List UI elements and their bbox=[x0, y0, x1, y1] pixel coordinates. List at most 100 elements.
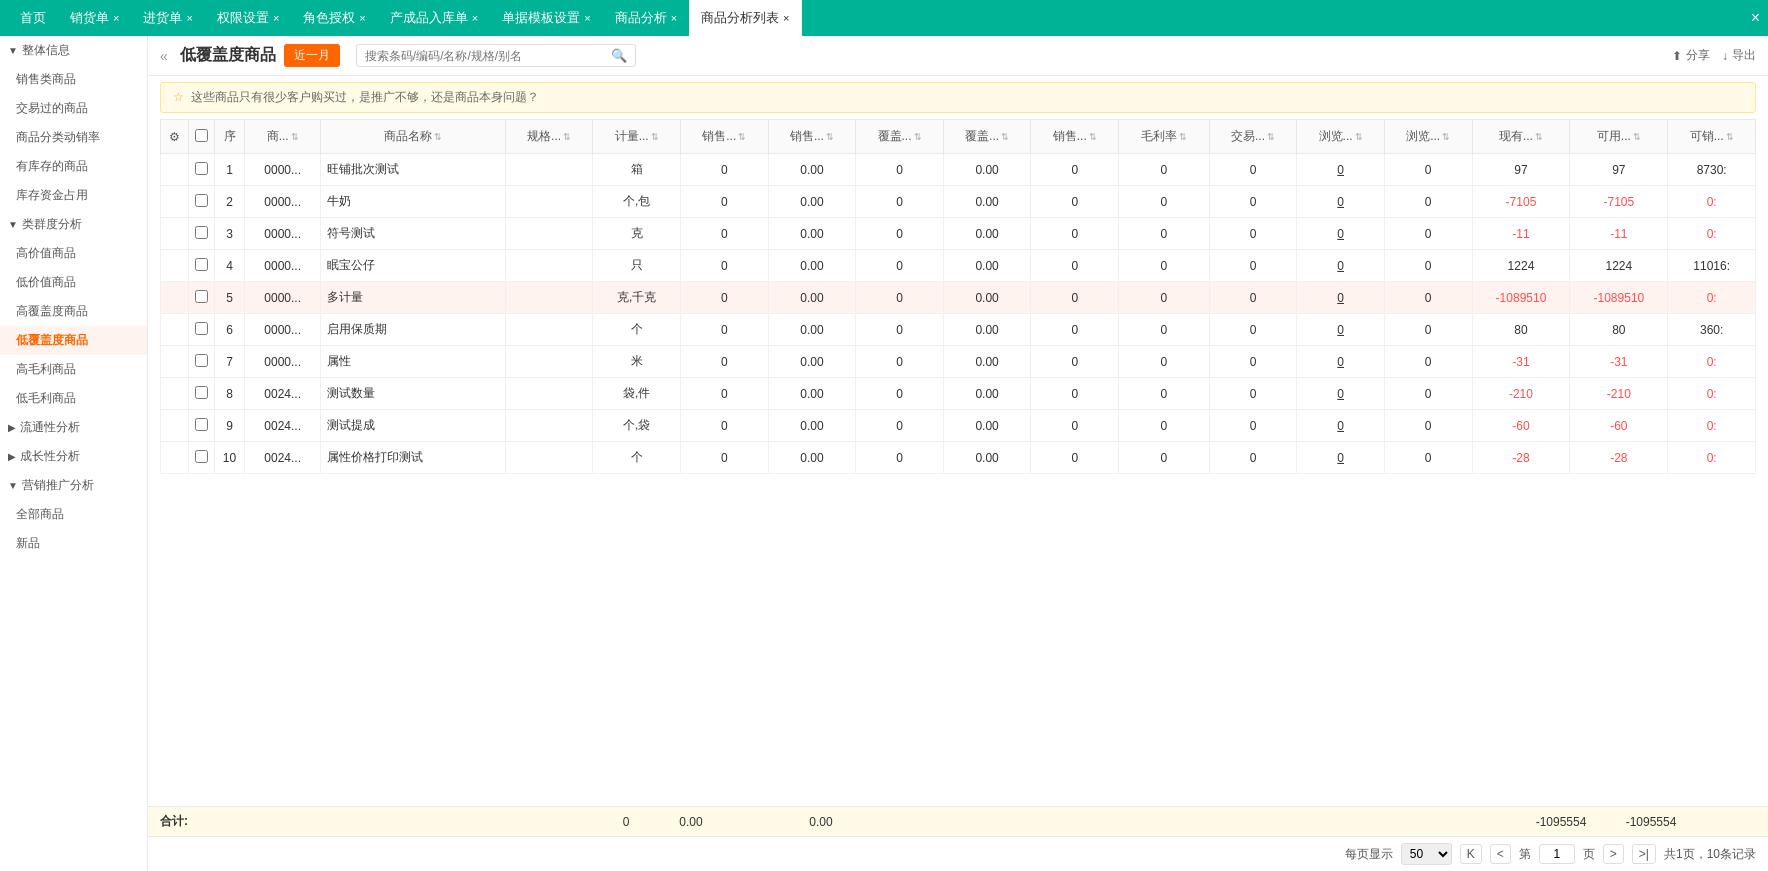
cell-checkbox[interactable] bbox=[189, 218, 215, 250]
sidebar-item-all-goods[interactable]: 全部商品 bbox=[0, 500, 147, 529]
col-spec[interactable]: 规格...⇅ bbox=[505, 120, 593, 154]
sidebar-section-overall[interactable]: ▼ 整体信息 bbox=[0, 36, 147, 65]
cell-checkbox[interactable] bbox=[189, 314, 215, 346]
nav-product-analysis-list[interactable]: 商品分析列表 × bbox=[689, 0, 801, 36]
nav-role-auth[interactable]: 角色授权 × bbox=[291, 0, 377, 36]
browse1-link[interactable]: 0 bbox=[1337, 387, 1344, 401]
cell-browse1[interactable]: 0 bbox=[1297, 154, 1385, 186]
browse1-link[interactable]: 0 bbox=[1337, 195, 1344, 209]
next-page-button[interactable]: > bbox=[1603, 844, 1624, 864]
share-button[interactable]: ⬆ 分享 bbox=[1672, 47, 1710, 64]
browse1-link[interactable]: 0 bbox=[1337, 163, 1344, 177]
col-coverage1[interactable]: 覆盖...⇅ bbox=[856, 120, 944, 154]
col-name[interactable]: 商品名称⇅ bbox=[321, 120, 505, 154]
col-sales2[interactable]: 销售...⇅ bbox=[1031, 120, 1119, 154]
row-checkbox[interactable] bbox=[195, 290, 208, 303]
cell-checkbox[interactable] bbox=[189, 378, 215, 410]
col-checkbox-all[interactable] bbox=[189, 120, 215, 154]
browse1-link[interactable]: 0 bbox=[1337, 291, 1344, 305]
sidebar-item-traded-goods[interactable]: 交易过的商品 bbox=[0, 94, 147, 123]
browse1-link[interactable]: 0 bbox=[1337, 451, 1344, 465]
nav-finished-goods[interactable]: 产成品入库单 × bbox=[378, 0, 490, 36]
col-current[interactable]: 现有...⇅ bbox=[1472, 120, 1570, 154]
col-sellable[interactable]: 可销...⇅ bbox=[1668, 120, 1756, 154]
col-browse2[interactable]: 浏览...⇅ bbox=[1384, 120, 1472, 154]
cell-checkbox[interactable] bbox=[189, 282, 215, 314]
sidebar-section-cluster[interactable]: ▼ 类群度分析 bbox=[0, 210, 147, 239]
window-close-button[interactable]: × bbox=[1751, 9, 1760, 27]
cell-checkbox[interactable] bbox=[189, 154, 215, 186]
cell-checkbox[interactable] bbox=[189, 410, 215, 442]
cell-checkbox[interactable] bbox=[189, 346, 215, 378]
sidebar-item-low-coverage[interactable]: 低覆盖度商品 bbox=[0, 326, 147, 355]
sidebar-item-low-value[interactable]: 低价值商品 bbox=[0, 268, 147, 297]
collapse-sidebar-button[interactable]: « bbox=[160, 48, 168, 64]
sidebar-item-high-coverage[interactable]: 高覆盖度商品 bbox=[0, 297, 147, 326]
nav-template-settings[interactable]: 单据模板设置 × bbox=[490, 0, 602, 36]
row-checkbox[interactable] bbox=[195, 418, 208, 431]
col-code[interactable]: 商...⇅ bbox=[245, 120, 321, 154]
page-number-input[interactable] bbox=[1539, 844, 1575, 864]
row-checkbox[interactable] bbox=[195, 450, 208, 463]
cell-browse1[interactable]: 0 bbox=[1297, 282, 1385, 314]
sidebar-item-high-value[interactable]: 高价值商品 bbox=[0, 239, 147, 268]
cell-browse1[interactable]: 0 bbox=[1297, 378, 1385, 410]
row-checkbox[interactable] bbox=[195, 162, 208, 175]
per-page-select[interactable]: 20 50 100 bbox=[1401, 843, 1452, 865]
col-transaction[interactable]: 交易...⇅ bbox=[1209, 120, 1297, 154]
browse1-link[interactable]: 0 bbox=[1337, 227, 1344, 241]
browse1-link[interactable]: 0 bbox=[1337, 355, 1344, 369]
settings-icon[interactable]: ⚙ bbox=[169, 130, 180, 144]
cell-checkbox[interactable] bbox=[189, 186, 215, 218]
cell-browse1[interactable]: 0 bbox=[1297, 346, 1385, 378]
sidebar-item-sales-goods[interactable]: 销售类商品 bbox=[0, 65, 147, 94]
export-button[interactable]: ↓ 导出 bbox=[1722, 47, 1756, 64]
row-checkbox[interactable] bbox=[195, 226, 208, 239]
table-wrapper[interactable]: ⚙ 序 商...⇅ 商品名称⇅ 规格...⇅ 计量...⇅ 销售...⇅ 销售. bbox=[148, 119, 1768, 806]
cell-browse1[interactable]: 0 bbox=[1297, 314, 1385, 346]
col-sales-qty[interactable]: 销售...⇅ bbox=[680, 120, 768, 154]
filter-period-button[interactable]: 近一月 bbox=[284, 44, 340, 67]
cell-browse1[interactable]: 0 bbox=[1297, 250, 1385, 282]
cell-browse1[interactable]: 0 bbox=[1297, 410, 1385, 442]
cell-checkbox[interactable] bbox=[189, 442, 215, 474]
col-browse1[interactable]: 浏览...⇅ bbox=[1297, 120, 1385, 154]
sidebar-item-low-margin[interactable]: 低毛利商品 bbox=[0, 384, 147, 413]
nav-product-analysis[interactable]: 商品分析 × bbox=[603, 0, 689, 36]
col-unit[interactable]: 计量...⇅ bbox=[593, 120, 681, 154]
cell-browse1[interactable]: 0 bbox=[1297, 186, 1385, 218]
col-sales-amt[interactable]: 销售...⇅ bbox=[768, 120, 856, 154]
cell-browse1[interactable]: 0 bbox=[1297, 442, 1385, 474]
cell-checkbox[interactable] bbox=[189, 250, 215, 282]
browse1-link[interactable]: 0 bbox=[1337, 419, 1344, 433]
col-gross-margin[interactable]: 毛利率⇅ bbox=[1119, 120, 1210, 154]
col-settings[interactable]: ⚙ bbox=[161, 120, 189, 154]
nav-home[interactable]: 首页 bbox=[8, 0, 58, 36]
col-available[interactable]: 可用...⇅ bbox=[1570, 120, 1668, 154]
prev-page-button[interactable]: < bbox=[1490, 844, 1511, 864]
row-checkbox[interactable] bbox=[195, 322, 208, 335]
cell-browse1[interactable]: 0 bbox=[1297, 218, 1385, 250]
sidebar-section-circulation[interactable]: ▶ 流通性分析 bbox=[0, 413, 147, 442]
nav-permissions[interactable]: 权限设置 × bbox=[205, 0, 291, 36]
col-coverage2[interactable]: 覆盖...⇅ bbox=[943, 120, 1031, 154]
sidebar-item-inventory-capital[interactable]: 库存资金占用 bbox=[0, 181, 147, 210]
nav-sales-order[interactable]: 销货单 × bbox=[58, 0, 131, 36]
sidebar-item-high-margin[interactable]: 高毛利商品 bbox=[0, 355, 147, 384]
sidebar-item-category-rate[interactable]: 商品分类动销率 bbox=[0, 123, 147, 152]
browse1-link[interactable]: 0 bbox=[1337, 323, 1344, 337]
sidebar-section-growth[interactable]: ▶ 成长性分析 bbox=[0, 442, 147, 471]
row-checkbox[interactable] bbox=[195, 258, 208, 271]
sidebar-section-marketing[interactable]: ▼ 营销推广分析 bbox=[0, 471, 147, 500]
select-all-checkbox[interactable] bbox=[195, 129, 208, 142]
row-checkbox[interactable] bbox=[195, 194, 208, 207]
first-page-button[interactable]: K bbox=[1460, 844, 1482, 864]
browse1-link[interactable]: 0 bbox=[1337, 259, 1344, 273]
nav-purchase-order[interactable]: 进货单 × bbox=[131, 0, 204, 36]
sidebar-item-new-goods[interactable]: 新品 bbox=[0, 529, 147, 558]
search-input[interactable] bbox=[365, 49, 611, 63]
sidebar-item-stocked-goods[interactable]: 有库存的商品 bbox=[0, 152, 147, 181]
last-page-button[interactable]: >| bbox=[1632, 844, 1656, 864]
row-checkbox[interactable] bbox=[195, 354, 208, 367]
row-checkbox[interactable] bbox=[195, 386, 208, 399]
